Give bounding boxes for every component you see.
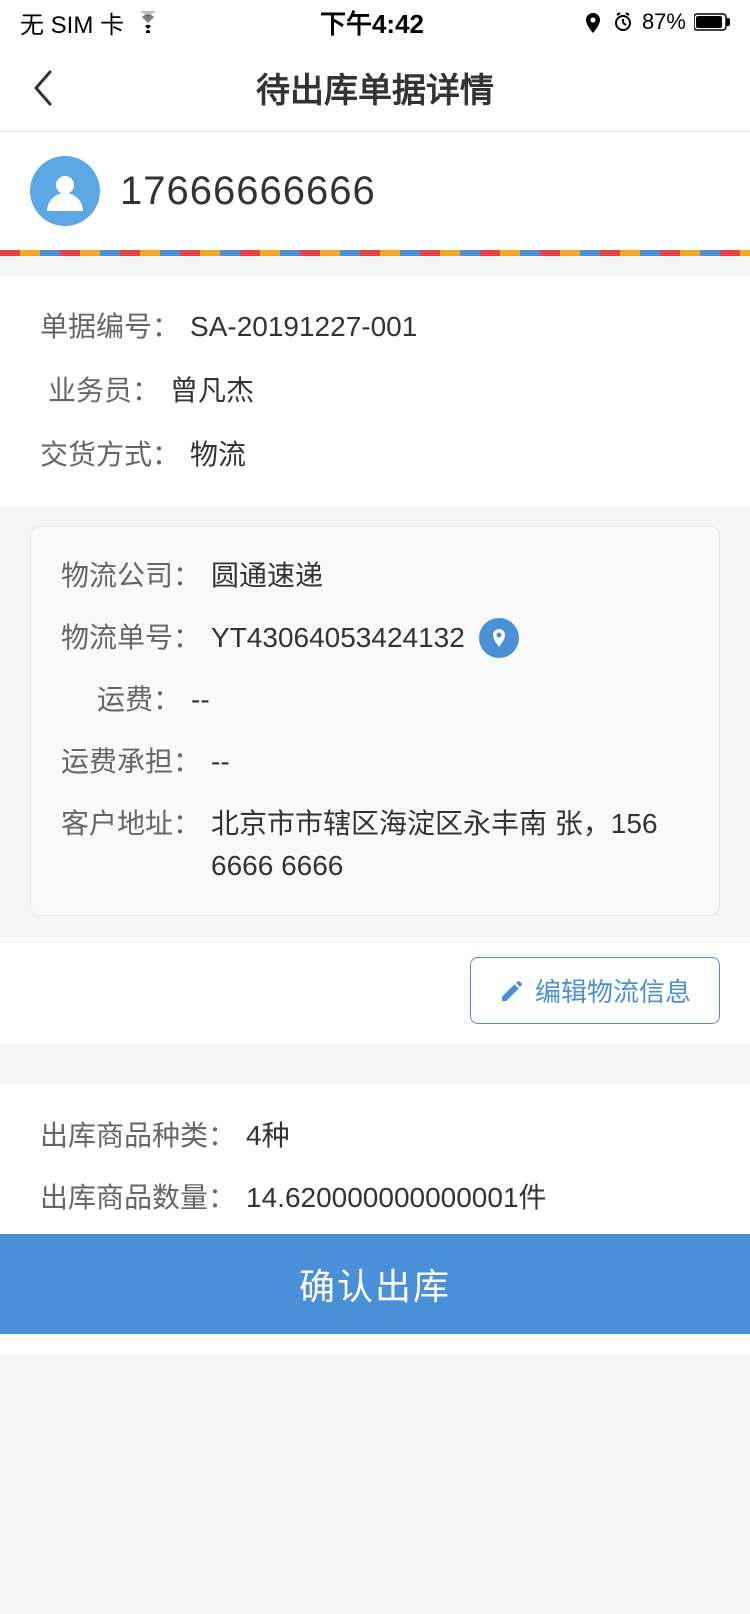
freight-bear-label: 运费承担： bbox=[61, 741, 201, 783]
address-row: 客户地址： 北京市市辖区海淀区永丰南 张，156 6666 6666 bbox=[61, 803, 689, 887]
delivery-label: 交货方式： bbox=[40, 434, 180, 476]
nav-bar: 待出库单据详情 bbox=[0, 44, 750, 132]
goods-qty-row: 出库商品数量： 14.620000000000001件 bbox=[40, 1176, 710, 1216]
confirm-btn-label: 确认出库 bbox=[299, 1258, 451, 1310]
company-row: 物流公司： 圆通速递 bbox=[61, 555, 689, 597]
freight-bear-row: 运费承担： -- bbox=[61, 741, 689, 783]
battery-label: 87% bbox=[642, 9, 686, 35]
salesman-value: 曾凡杰 bbox=[170, 370, 710, 412]
tracking-row: 物流单号： YT43064053424132 bbox=[61, 617, 689, 659]
address-value: 北京市市辖区海淀区永丰南 张，156 6666 6666 bbox=[211, 803, 689, 887]
page-spacer bbox=[0, 1354, 750, 1614]
user-phone: 17666666666 bbox=[120, 169, 376, 214]
page-title: 待出库单据详情 bbox=[256, 63, 494, 112]
freight-label: 运费： bbox=[61, 679, 181, 721]
status-left: 无 SIM 卡 bbox=[20, 5, 162, 40]
goods-type-value: 4种 bbox=[246, 1114, 290, 1154]
status-time: 下午4:42 bbox=[320, 4, 424, 41]
tracking-location-button[interactable] bbox=[479, 618, 519, 658]
user-header: 17666666666 bbox=[0, 132, 750, 250]
logistics-card: 物流公司： 圆通速递 物流单号： YT43064053424132 运费： --… bbox=[30, 526, 720, 916]
status-bar: 无 SIM 卡 下午4:42 87% bbox=[0, 0, 750, 44]
dashed-divider bbox=[0, 250, 750, 256]
edit-btn-label: 编辑物流信息 bbox=[535, 972, 691, 1009]
confirm-outbound-button[interactable]: 确认出库 bbox=[0, 1234, 750, 1334]
salesman-label: 业务员： bbox=[40, 370, 160, 412]
battery-icon bbox=[694, 12, 730, 32]
freight-value: -- bbox=[191, 679, 689, 721]
order-info-section: 单据编号： SA-20191227-001 业务员： 曾凡杰 交货方式： 物流 bbox=[0, 276, 750, 506]
status-right: 87% bbox=[582, 9, 730, 35]
company-value: 圆通速递 bbox=[211, 555, 689, 597]
freight-row: 运费： -- bbox=[61, 679, 689, 721]
location-icon bbox=[582, 11, 604, 33]
company-label: 物流公司： bbox=[61, 555, 201, 597]
tracking-label: 物流单号： bbox=[61, 617, 201, 659]
goods-type-label: 出库商品种类： bbox=[40, 1114, 236, 1154]
goods-section: 出库商品种类： 4种 出库商品数量： 14.620000000000001件 bbox=[0, 1084, 750, 1246]
edit-btn-wrapper: 编辑物流信息 bbox=[0, 936, 750, 1044]
goods-type-row: 出库商品种类： 4种 bbox=[40, 1114, 710, 1154]
tracking-value: YT43064053424132 bbox=[211, 617, 689, 659]
doc-no-label: 单据编号： bbox=[40, 306, 180, 348]
back-button[interactable] bbox=[30, 68, 54, 108]
goods-qty-label: 出库商品数量： bbox=[40, 1176, 236, 1216]
edit-icon bbox=[499, 978, 525, 1004]
doc-no-value: SA-20191227-001 bbox=[190, 306, 710, 348]
avatar bbox=[30, 156, 100, 226]
wifi-icon bbox=[134, 11, 162, 33]
delivery-value: 物流 bbox=[190, 434, 710, 476]
alarm-icon bbox=[612, 11, 634, 33]
delivery-row: 交货方式： 物流 bbox=[40, 434, 710, 476]
freight-bear-value: -- bbox=[211, 741, 689, 783]
goods-qty-value: 14.620000000000001件 bbox=[246, 1176, 547, 1216]
edit-logistics-button[interactable]: 编辑物流信息 bbox=[470, 957, 720, 1024]
carrier-label: 无 SIM 卡 bbox=[20, 5, 124, 40]
salesman-row: 业务员： 曾凡杰 bbox=[40, 370, 710, 412]
doc-no-row: 单据编号： SA-20191227-001 bbox=[40, 306, 710, 348]
address-label: 客户地址： bbox=[61, 803, 201, 845]
section-divider bbox=[0, 1044, 750, 1064]
